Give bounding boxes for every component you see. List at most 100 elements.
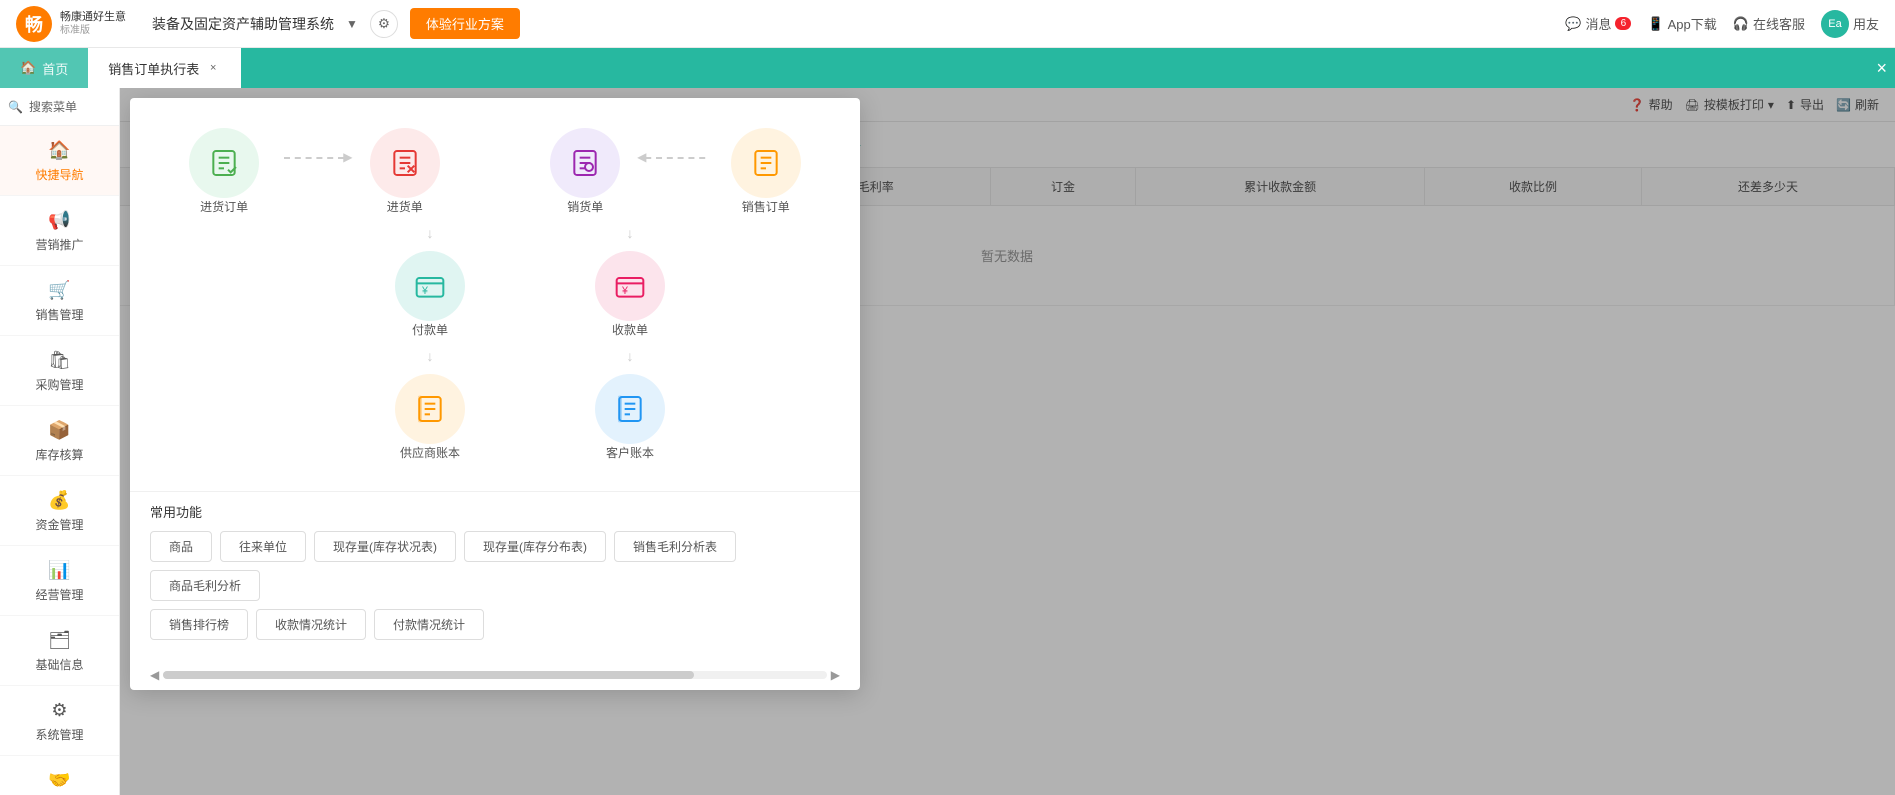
message-icon: 💬	[1565, 16, 1581, 32]
func-btn-sales-profit[interactable]: 销售毛利分析表	[614, 531, 736, 562]
scroll-row: ◀ ▶	[130, 660, 860, 690]
header-right: 💬 消息 6 📱 App下载 🎧 在线客服 Ea 用友	[1565, 10, 1879, 38]
svg-text:¥: ¥	[621, 285, 628, 297]
func-btn-stock-dist[interactable]: 现存量(库存分布表)	[464, 531, 606, 562]
experience-btn[interactable]: 体验行业方案	[410, 8, 520, 39]
app-download-item[interactable]: 📱 App下载	[1647, 14, 1716, 33]
sales-slip-icon	[550, 128, 620, 198]
common-functions: 常用功能 商品 往来单位 现存量(库存状况表) 现存量(库存分布表) 销售毛利分…	[130, 491, 860, 660]
scroll-track[interactable]	[163, 671, 827, 679]
message-badge: 6	[1615, 17, 1631, 30]
tab-home[interactable]: 🏠 首页	[0, 48, 88, 88]
system-icon: ⚙	[48, 698, 72, 722]
node-customer-ledger: 客户账本	[570, 374, 690, 461]
sidebar-item-marketing[interactable]: 📢 营销推广	[0, 196, 119, 266]
purchase-order-icon	[189, 128, 259, 198]
system-dropdown-btn[interactable]: ▼	[346, 17, 358, 31]
sidebar-item-sales[interactable]: 🛒 销售管理	[0, 266, 119, 336]
sidebar-search[interactable]: 🔍 搜索菜单	[0, 88, 119, 126]
phone-icon: 📱	[1647, 16, 1663, 32]
scroll-left-btn[interactable]: ◀	[150, 668, 159, 682]
arrow-sales	[639, 157, 711, 187]
tab-close-btn[interactable]: ×	[205, 60, 221, 76]
sidebar-item-quick-nav[interactable]: 🏠 快捷导航	[0, 126, 119, 196]
supplier-ledger-icon	[395, 374, 465, 444]
arrows-row-2: ↓ ↓	[170, 348, 820, 364]
sales-icon: 🛒	[48, 278, 72, 302]
svg-text:¥: ¥	[421, 285, 428, 297]
inventory-icon: 📦	[48, 418, 72, 442]
common-functions-title: 常用功能	[150, 502, 840, 521]
arrow-down-payment: ↓	[427, 348, 434, 364]
payment-icon: ¥	[395, 251, 465, 321]
workflow-diagram: 进货订单	[130, 98, 860, 491]
basic-info-icon: 🗂	[48, 628, 72, 652]
system-title: 装备及固定资产辅助管理系统	[152, 14, 334, 34]
message-item[interactable]: 💬 消息 6	[1565, 14, 1631, 33]
marketing-icon: 📢	[48, 208, 72, 232]
sidebar-item-finance[interactable]: 💰 资金管理	[0, 476, 119, 546]
func-buttons-row-1: 商品 往来单位 现存量(库存状况表) 现存量(库存分布表) 销售毛利分析表 商品…	[150, 531, 840, 601]
scroll-thumb	[163, 671, 694, 679]
user-item[interactable]: Ea 用友	[1821, 10, 1879, 38]
func-buttons-row-2: 销售排行榜 收款情况统计 付款情况统计	[150, 609, 840, 640]
node-purchase-order: 进货订单	[170, 128, 278, 215]
workflow-row-2: ¥ 付款单 ¥	[170, 251, 820, 338]
func-btn-goods-profit[interactable]: 商品毛利分析	[150, 570, 260, 601]
online-service-item[interactable]: 🎧 在线客服	[1733, 14, 1805, 33]
avatar: Ea	[1821, 10, 1849, 38]
func-btn-payment-stats[interactable]: 付款情况统计	[374, 609, 484, 640]
sidebar: 🔍 搜索菜单 🏠 快捷导航 📢 营销推广 🛒 销售管理 🛍 采购管理 📦 库存核…	[0, 88, 120, 795]
func-btn-receipt-stats[interactable]: 收款情况统计	[256, 609, 366, 640]
arrow-down-sales: ↓	[627, 225, 634, 241]
nav-tabs: 🏠 首页 销售订单执行表 × ×	[0, 48, 1895, 88]
func-btn-partner[interactable]: 往来单位	[220, 531, 306, 562]
modal-overlay[interactable]: 进货订单	[120, 88, 1895, 795]
func-btn-stock-status[interactable]: 现存量(库存状况表)	[314, 531, 456, 562]
node-payment: ¥ 付款单	[370, 251, 490, 338]
logo-icon: 畅	[16, 6, 52, 42]
sidebar-item-enterprise[interactable]: 🤝 企业协同	[0, 756, 119, 795]
arrow-down-receipt: ↓	[627, 348, 634, 364]
workflow-row-1: 进货订单	[170, 128, 820, 215]
logo-text: 畅康通好生意 标准版	[60, 10, 126, 37]
purchase-slip-icon	[370, 128, 440, 198]
home-icon: 🏠	[20, 60, 36, 76]
tab-sales-order[interactable]: 销售订单执行表 ×	[88, 48, 241, 88]
arrow-purchase	[278, 157, 350, 187]
content-area: ❓ 帮助 🖨 按模板打印 ▾ ⬆ 导出 🔄 刷新 📅 ~	[120, 88, 1895, 795]
arrows-row: ↓ ↓	[170, 225, 820, 241]
func-btn-sales-rank[interactable]: 销售排行榜	[150, 609, 248, 640]
finance-icon: 💰	[48, 488, 72, 512]
workflow-row-3: 供应商账本	[170, 374, 820, 461]
node-purchase-slip: 进货单	[351, 128, 459, 215]
node-receipt: ¥ 收款单	[570, 251, 690, 338]
modal-box: 进货订单	[130, 98, 860, 690]
customer-ledger-icon	[595, 374, 665, 444]
receipt-icon: ¥	[595, 251, 665, 321]
search-icon: 🔍	[8, 100, 23, 114]
sales-order-icon	[731, 128, 801, 198]
quick-nav-icon: 🏠	[48, 138, 72, 162]
sidebar-item-inventory[interactable]: 📦 库存核算	[0, 406, 119, 476]
top-header: 畅 畅康通好生意 标准版 装备及固定资产辅助管理系统 ▼ ⚙ 体验行业方案 💬 …	[0, 0, 1895, 48]
settings-btn[interactable]: ⚙	[370, 10, 398, 38]
header-center: 装备及固定资产辅助管理系统 ▼ ⚙ 体验行业方案	[136, 8, 1565, 39]
sidebar-item-basic-info[interactable]: 🗂 基础信息	[0, 616, 119, 686]
sidebar-item-system[interactable]: ⚙ 系统管理	[0, 686, 119, 756]
service-icon: 🎧	[1733, 16, 1749, 32]
main-layout: 🔍 搜索菜单 🏠 快捷导航 📢 营销推广 🛒 销售管理 🛍 采购管理 📦 库存核…	[0, 88, 1895, 795]
close-all-tabs-btn[interactable]: ×	[1876, 58, 1887, 79]
sidebar-item-operations[interactable]: 📊 经营管理	[0, 546, 119, 616]
scroll-right-btn[interactable]: ▶	[831, 668, 840, 682]
node-supplier-ledger: 供应商账本	[370, 374, 490, 461]
node-sales-slip: 销货单	[531, 128, 639, 215]
node-sales-order: 销售订单	[712, 128, 820, 215]
sidebar-item-purchase[interactable]: 🛍 采购管理	[0, 336, 119, 406]
enterprise-icon: 🤝	[48, 768, 72, 792]
arrow-down-purchase: ↓	[427, 225, 434, 241]
logo-area: 畅 畅康通好生意 标准版	[16, 6, 136, 42]
func-btn-goods[interactable]: 商品	[150, 531, 212, 562]
operations-icon: 📊	[48, 558, 72, 582]
purchase-icon: 🛍	[48, 348, 72, 372]
